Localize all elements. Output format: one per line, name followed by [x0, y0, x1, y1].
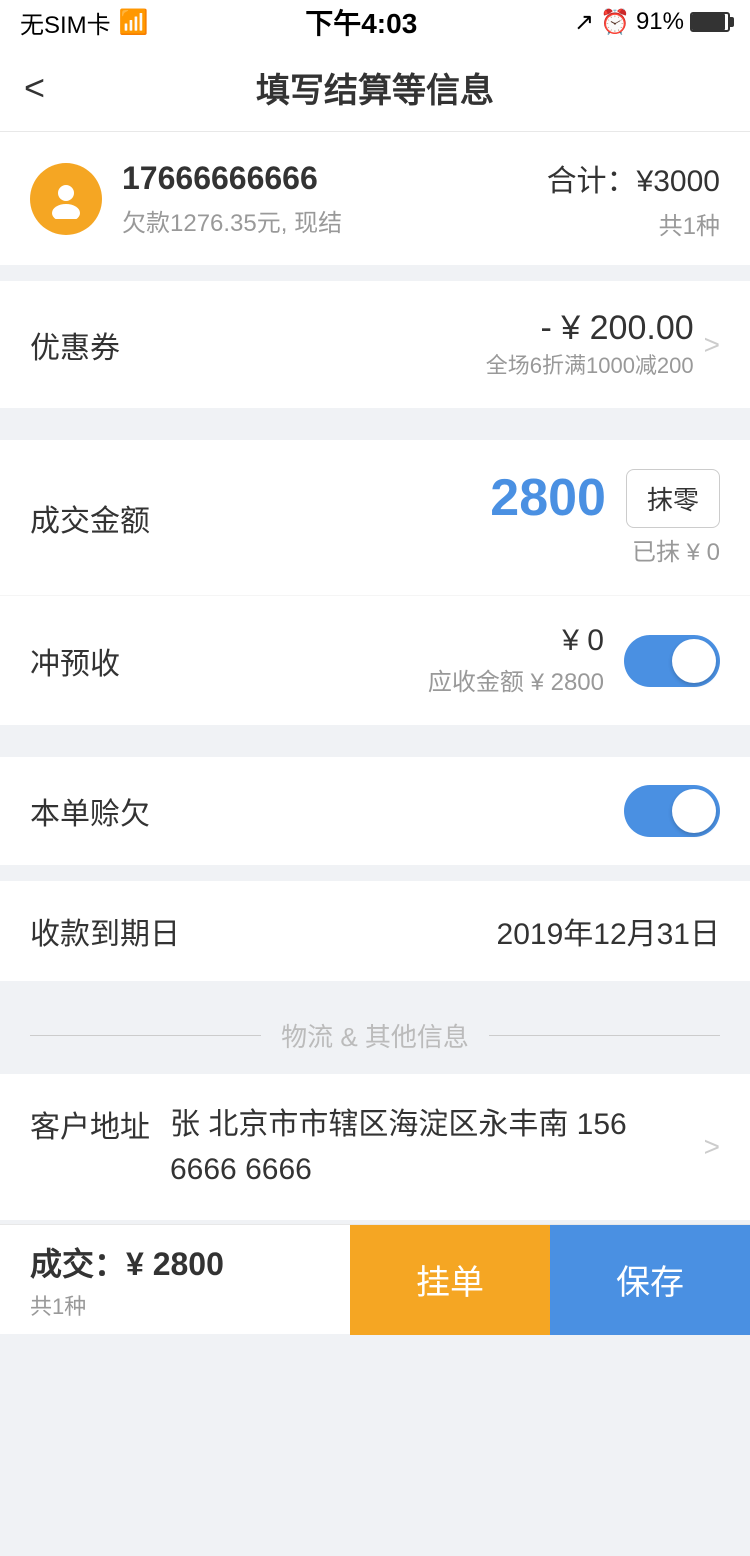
prepay-toggle[interactable] [624, 635, 720, 687]
prepay-value: ¥ 0 应收金额 ¥ 2800 [428, 624, 604, 697]
prepay-row: 冲预收 ¥ 0 应收金额 ¥ 2800 [0, 596, 750, 725]
status-right: ↗ ⏰ 91% [574, 8, 730, 37]
customer-sub: 欠款1276.35元, 现结 [122, 203, 342, 238]
deal-right: 2800 抹零 已抹 ¥ 0 [490, 468, 720, 567]
back-button[interactable]: < [24, 67, 45, 109]
page-title: 填写结算等信息 [256, 63, 494, 112]
bottom-amount: ¥ 2800 [126, 1246, 224, 1282]
toggle-knob [672, 639, 716, 683]
customer-info: 17666666666 欠款1276.35元, 现结 [122, 160, 342, 238]
debt-row: 本单赊欠 [0, 757, 750, 865]
address-chevron-icon: > [704, 1131, 720, 1163]
customer-right: 合计：¥3000 共1种 [547, 156, 720, 241]
customer-phone: 17666666666 [122, 160, 342, 197]
logistics-divider: 物流 & 其他信息 [0, 997, 750, 1074]
deal-amount: 2800 [490, 468, 606, 528]
debt-label: 本单赊欠 [30, 789, 150, 833]
due-date-value: 2019年12月31日 [497, 909, 720, 953]
prepay-sub: 应收金额 ¥ 2800 [428, 662, 604, 697]
nav-bar: < 填写结算等信息 [0, 44, 750, 132]
bottom-bar: 成交：¥ 2800 共1种 挂单 保存 [0, 1224, 750, 1334]
chevron-right-icon: > [704, 329, 720, 361]
total-count: 共1种 [547, 206, 720, 241]
debt-section: 本单赊欠 [0, 757, 750, 865]
debt-toggle[interactable] [624, 785, 720, 837]
bottom-deal: 成交：¥ 2800 [30, 1239, 320, 1285]
customer-left: 17666666666 欠款1276.35元, 现结 [30, 160, 342, 238]
avatar [30, 163, 102, 235]
debt-toggle-knob [672, 789, 716, 833]
due-date-section: 收款到期日 2019年12月31日 [0, 881, 750, 981]
deal-amount-row: 成交金额 2800 抹零 已抹 ¥ 0 [0, 440, 750, 596]
content: 17666666666 欠款1276.35元, 现结 合计：¥3000 共1种 … [0, 132, 750, 1556]
logistics-line-right [489, 1035, 720, 1036]
alarm-icon: ⏰ [600, 8, 630, 37]
address-value: 张 北京市市辖区海淀区永丰南 156 6666 6666 [170, 1102, 694, 1192]
status-bar: 无SIM卡 📶 下午4:03 ↗ ⏰ 91% [0, 0, 750, 44]
logistics-text: 物流 & 其他信息 [281, 1017, 469, 1054]
status-time: 下午4:03 [305, 2, 417, 42]
due-date-label: 收款到期日 [30, 909, 180, 953]
bottom-count: 共1种 [30, 1289, 320, 1321]
deal-sub: 已抹 ¥ 0 [490, 532, 720, 567]
deal-value-right: 2800 抹零 [490, 468, 720, 528]
address-label: 客户地址 [30, 1102, 150, 1146]
customer-section: 17666666666 欠款1276.35元, 现结 合计：¥3000 共1种 [0, 132, 750, 265]
battery-icon [690, 12, 730, 32]
coupon-label: 优惠券 [30, 323, 120, 367]
deal-section: 成交金额 2800 抹零 已抹 ¥ 0 冲预收 ¥ 0 应收金额 ¥ 2800 [0, 440, 750, 725]
section-divider-1 [0, 424, 750, 440]
deal-label: 成交金额 [30, 496, 150, 540]
prepay-amount: ¥ 0 [428, 624, 604, 658]
wifi-icon: 📶 [119, 8, 149, 37]
coupon-discount: - ¥ 200.00 [486, 309, 694, 348]
coupon-info: - ¥ 200.00 全场6折满1000减200 [486, 309, 694, 380]
address-section[interactable]: 客户地址 张 北京市市辖区海淀区永丰南 156 6666 6666 > [0, 1074, 750, 1220]
save-button[interactable]: 保存 [550, 1225, 750, 1335]
total-amount: 合计：¥3000 [547, 156, 720, 200]
bottom-summary: 成交：¥ 2800 共1种 [0, 1239, 350, 1321]
logistics-line-left [30, 1035, 261, 1036]
address-row: 客户地址 张 北京市市辖区海淀区永丰南 156 6666 6666 > [0, 1074, 750, 1220]
round-zero-button[interactable]: 抹零 [626, 469, 720, 528]
battery-label: 91% [636, 8, 684, 36]
hold-button[interactable]: 挂单 [350, 1225, 550, 1335]
coupon-right: - ¥ 200.00 全场6折满1000减200 > [486, 309, 720, 380]
coupon-section[interactable]: 优惠券 - ¥ 200.00 全场6折满1000减200 > [0, 281, 750, 408]
location-icon: ↗ [574, 8, 594, 37]
prepay-right: ¥ 0 应收金额 ¥ 2800 [428, 624, 720, 697]
section-divider-2 [0, 741, 750, 757]
bottom-deal-label: 成交： [30, 1246, 126, 1282]
coupon-desc: 全场6折满1000减200 [486, 348, 694, 380]
status-left: 无SIM卡 📶 [20, 5, 149, 40]
prepay-label: 冲预收 [30, 639, 120, 683]
carrier-label: 无SIM卡 [20, 5, 111, 40]
due-date-row: 收款到期日 2019年12月31日 [0, 881, 750, 981]
